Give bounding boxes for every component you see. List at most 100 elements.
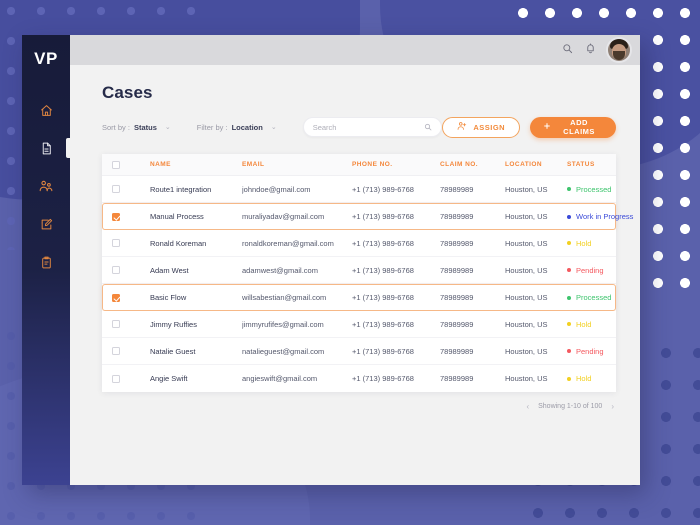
active-indicator	[66, 138, 70, 158]
sort-by-label: Sort by :	[102, 122, 130, 132]
table-row[interactable]: Angie Swift angieswift@gmail.com +1 (713) …	[102, 365, 616, 392]
cell-location: Houston, US	[505, 184, 548, 194]
row-select-cell[interactable]	[112, 374, 129, 383]
row-select-cell[interactable]	[112, 266, 129, 274]
cell-location: Houston, US	[505, 238, 548, 248]
cell-claim-no: 78989989	[440, 293, 474, 302]
status-label: Hold	[576, 374, 592, 383]
status-dot	[567, 268, 571, 272]
row-select-cell[interactable]	[112, 320, 129, 328]
page-background: VP Cases Sort by: Status ⌄ Filter by: …	[0, 0, 700, 525]
status-badge: Processed	[567, 185, 616, 194]
table-row[interactable]: Ronald Koreman ronaldkoreman@gmail.com +1 …	[102, 230, 616, 257]
page-title: Cases	[102, 83, 153, 102]
row-select-cell[interactable]	[112, 185, 129, 193]
cell-claim-no: 78989989	[440, 319, 474, 329]
status-dot	[567, 376, 571, 381]
row-select-cell[interactable]	[112, 239, 129, 247]
cell-phone: +1 (713) 989-6768	[352, 184, 414, 194]
cell-location: Houston, US	[505, 319, 548, 329]
select-all-cell[interactable]	[112, 160, 129, 169]
cell-name: Angie Swift	[150, 374, 188, 383]
table-row[interactable]: Adam West adamwest@gmail.com +1 (713) 989-…	[102, 257, 616, 284]
sidebar-item-users[interactable]	[22, 167, 70, 205]
cell-status: Work in Progress	[567, 212, 633, 221]
app-logo[interactable]: VP	[34, 49, 58, 69]
toolbar: Sort by : Status ⌄ Filter by : Location …	[102, 116, 616, 138]
column-header-phone[interactable]: PHONE NO.	[352, 161, 440, 168]
cell-phone: +1 (713) 989-6768	[352, 293, 414, 302]
sort-by-dropdown[interactable]: Sort by : Status ⌄	[102, 123, 171, 132]
status-dot	[567, 322, 571, 326]
filter-by-value: Location	[231, 122, 263, 132]
search-icon[interactable]	[424, 118, 432, 136]
table-row[interactable]: Natalie Guest natalieguest@gmail.com +1 (7…	[102, 338, 616, 365]
column-header-location[interactable]: LOCATION	[505, 161, 567, 168]
user-add-icon	[457, 121, 467, 133]
row-checkbox[interactable]	[112, 212, 120, 221]
content-area: Cases Sort by : Status ⌄ Filter by : Loc…	[70, 65, 640, 485]
pagination-next-button[interactable]: ›	[611, 402, 614, 411]
select-all-checkbox[interactable]	[112, 160, 120, 169]
edit-icon	[40, 218, 53, 231]
row-checkbox[interactable]	[112, 239, 120, 247]
users-icon	[39, 179, 53, 193]
assign-button[interactable]: ASSIGN	[442, 116, 521, 138]
status-label: Pending	[576, 265, 604, 275]
bell-icon[interactable]	[585, 41, 596, 59]
cell-name: Basic Flow	[150, 293, 187, 302]
plus-icon	[543, 122, 551, 132]
table-row[interactable]: Basic Flow willsabestian@gmail.com +1 (713…	[102, 284, 616, 311]
sort-by-value: Status	[133, 122, 157, 132]
column-header-status[interactable]: STATUS	[567, 161, 616, 168]
search-input[interactable]	[312, 122, 425, 132]
cell-phone: +1 (713) 989-6768	[352, 346, 414, 356]
cell-claim-no: 78989989	[440, 184, 474, 194]
sidebar-item-edit[interactable]	[22, 205, 70, 243]
cell-location: Houston, US	[505, 265, 548, 275]
cell-email: adamwest@gmail.com	[242, 265, 318, 275]
row-select-cell[interactable]	[112, 347, 129, 355]
row-checkbox[interactable]	[112, 266, 120, 274]
table-row[interactable]: Manual Process muraliyadav@gmail.com +1 (7…	[102, 203, 633, 230]
row-checkbox[interactable]	[112, 374, 120, 383]
cell-claim-no: 78989989	[440, 346, 474, 356]
sidebar: VP	[22, 35, 70, 485]
sidebar-item-reports[interactable]	[22, 243, 70, 281]
pagination-prev-button[interactable]: ‹	[526, 402, 529, 411]
cell-email: jimmyrufifes@gmail.com	[242, 319, 324, 329]
status-label: Hold	[576, 238, 592, 248]
filter-by-dropdown[interactable]: Filter by : Location ⌄	[197, 123, 277, 132]
column-header-email[interactable]: EMAIL	[242, 161, 352, 168]
cell-name: Adam West	[150, 265, 189, 275]
chevron-down-icon: ⌄	[270, 124, 277, 131]
table-row[interactable]: Jimmy Ruffies jimmyrufifes@gmail.com +1 (7…	[102, 311, 616, 338]
search-box[interactable]	[302, 117, 443, 137]
sidebar-item-documents[interactable]	[22, 129, 70, 167]
row-checkbox[interactable]	[112, 293, 120, 302]
app-window: VP Cases Sort by: Status ⌄ Filter by: …	[22, 35, 640, 485]
cell-location: Houston, US	[505, 346, 548, 356]
chevron-down-icon: ⌄	[164, 124, 171, 131]
row-select-cell[interactable]	[112, 212, 129, 221]
row-checkbox[interactable]	[112, 320, 120, 328]
row-select-cell[interactable]	[112, 293, 129, 302]
cell-phone: +1 (713) 989-6768	[352, 265, 414, 275]
status-badge: Processed	[567, 293, 615, 302]
sidebar-item-home[interactable]	[22, 91, 70, 129]
cell-name: Ronald Koreman	[150, 238, 207, 248]
status-dot	[567, 349, 571, 353]
assign-button-label: ASSIGN	[473, 122, 506, 132]
column-header-name[interactable]: NAME	[150, 161, 242, 168]
cell-email: ronaldkoreman@gmail.com	[242, 238, 334, 248]
avatar[interactable]	[608, 39, 630, 61]
clipboard-icon	[40, 256, 53, 269]
column-header-claim[interactable]: CLAIM NO.	[440, 161, 505, 168]
avatar-beard	[613, 51, 625, 60]
row-checkbox[interactable]	[112, 185, 120, 193]
cell-status: Hold	[567, 374, 616, 383]
row-checkbox[interactable]	[112, 347, 120, 355]
add-claims-button[interactable]: ADD CLAIMS	[530, 116, 616, 138]
table-row[interactable]: Route1 integration johndoe@gmail.com +1 (7…	[102, 176, 616, 203]
search-icon[interactable]	[562, 41, 573, 59]
